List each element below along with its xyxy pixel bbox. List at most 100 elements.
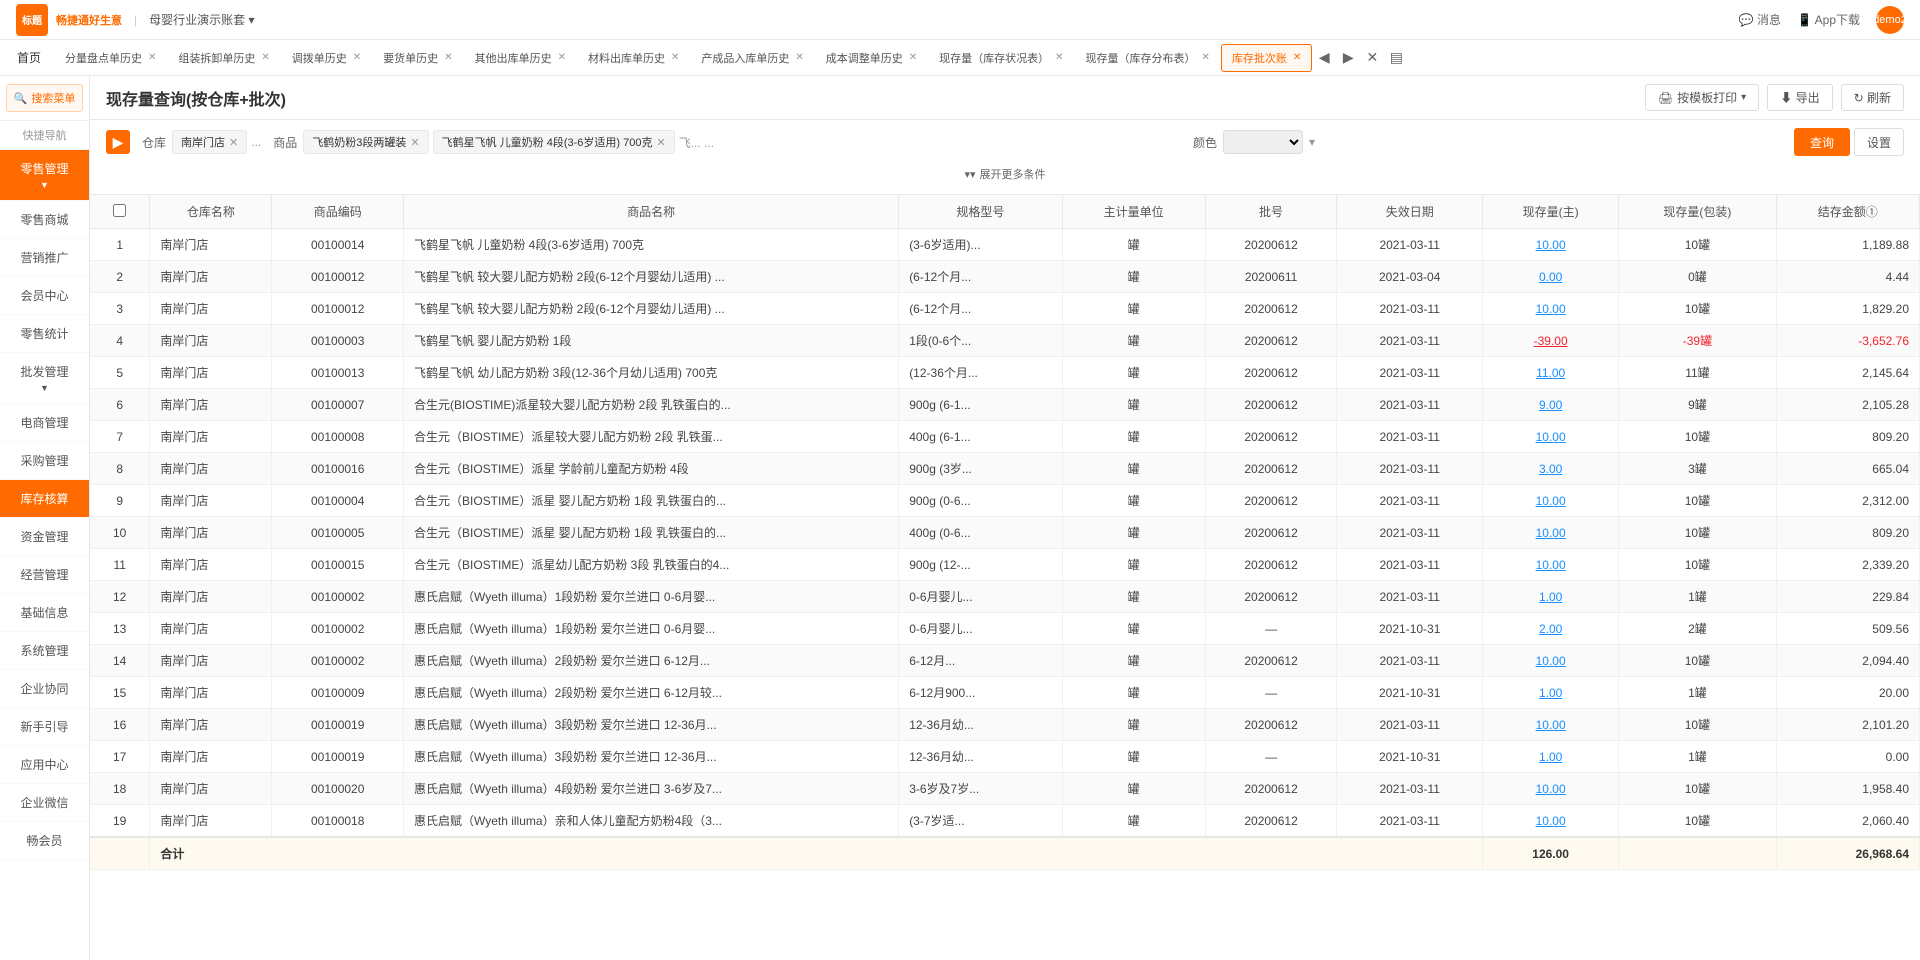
message-btn[interactable]: 💬 消息 bbox=[1739, 11, 1781, 28]
row-qty-pkg: 1罐 bbox=[1619, 741, 1776, 773]
product-tag-1[interactable]: 飞鹤奶粉3段两罐装 ✕ bbox=[303, 130, 428, 154]
tab-yaohuo[interactable]: 要货单历史✕ bbox=[372, 44, 463, 72]
sidebar-item-retail-mall[interactable]: 零售商城 bbox=[0, 201, 89, 239]
sidebar-item-base-info[interactable]: 基础信息 bbox=[0, 594, 89, 632]
row-qty-main[interactable]: 10.00 bbox=[1483, 517, 1619, 549]
app-download-btn[interactable]: 📱 App下载 bbox=[1797, 11, 1860, 28]
tab-inventory-dist[interactable]: 现存量（库存分布表）✕ bbox=[1075, 44, 1221, 72]
row-qty-main[interactable]: 10.00 bbox=[1483, 549, 1619, 581]
sidebar-quick-nav[interactable]: 快捷导航 bbox=[0, 121, 89, 150]
row-qty-pkg: 10罐 bbox=[1619, 709, 1776, 741]
row-qty-main[interactable]: 1.00 bbox=[1483, 581, 1619, 613]
row-qty-pkg: 10罐 bbox=[1619, 517, 1776, 549]
export-btn[interactable]: ⬇ 导出 bbox=[1767, 84, 1832, 111]
setting-btn[interactable]: 设置 bbox=[1854, 128, 1904, 156]
select-all-checkbox[interactable] bbox=[113, 204, 126, 217]
product-more[interactable]: 飞... ... bbox=[679, 134, 714, 151]
row-spec: (12-36个月... bbox=[899, 357, 1062, 389]
color-select[interactable] bbox=[1223, 130, 1303, 154]
row-batch: — bbox=[1205, 613, 1337, 645]
row-batch: — bbox=[1205, 677, 1337, 709]
row-qty-main[interactable]: 10.00 bbox=[1483, 485, 1619, 517]
tab-fenpan[interactable]: 分量盘点单历史✕ bbox=[54, 44, 167, 72]
sidebar-item-sys-mgmt[interactable]: 系统管理 bbox=[0, 632, 89, 670]
tab-prev-btn[interactable]: ◀ bbox=[1312, 46, 1336, 70]
row-qty-main[interactable]: 1.00 bbox=[1483, 677, 1619, 709]
tab-menu-btn[interactable]: ▤ bbox=[1384, 46, 1408, 70]
row-expiry: 2021-03-11 bbox=[1337, 293, 1483, 325]
product-tag-1-close[interactable]: ✕ bbox=[410, 136, 419, 149]
row-qty-main[interactable]: 10.00 bbox=[1483, 805, 1619, 838]
warehouse-tag-close[interactable]: ✕ bbox=[229, 136, 238, 149]
product-tag-2[interactable]: 飞鹤星飞帆 儿童奶粉 4段(3-6岁适用) 700克 ✕ bbox=[433, 130, 675, 154]
row-qty-main[interactable]: 11.00 bbox=[1483, 357, 1619, 389]
row-code: 00100002 bbox=[272, 581, 404, 613]
row-expiry: 2021-03-11 bbox=[1337, 325, 1483, 357]
row-expiry: 2021-03-11 bbox=[1337, 357, 1483, 389]
print-btn[interactable]: 🖨 按模板打印 ▾ bbox=[1645, 84, 1759, 111]
row-warehouse: 南岸门店 bbox=[150, 805, 272, 838]
row-no: 12 bbox=[90, 581, 150, 613]
row-qty-main[interactable]: 0.00 bbox=[1483, 261, 1619, 293]
query-btn[interactable]: 查询 bbox=[1794, 128, 1850, 156]
sidebar-item-enterprise[interactable]: 企业协同 bbox=[0, 670, 89, 708]
row-qty-main[interactable]: 10.00 bbox=[1483, 293, 1619, 325]
sidebar-item-new-guide[interactable]: 新手引导 bbox=[0, 708, 89, 746]
row-qty-main[interactable]: -39.00 bbox=[1483, 325, 1619, 357]
sidebar-item-marketing[interactable]: 营销推广 bbox=[0, 239, 89, 277]
tab-product-in[interactable]: 产成品入库单历史✕ bbox=[690, 44, 814, 72]
expand-filter-btn[interactable]: ▶ bbox=[106, 130, 130, 154]
tab-cost-adj[interactable]: 成本调整单历史✕ bbox=[815, 44, 928, 72]
sidebar-item-retail-stats[interactable]: 零售统计 bbox=[0, 315, 89, 353]
sidebar-item-operation[interactable]: 经营管理 bbox=[0, 556, 89, 594]
sidebar-item-retail-mgmt[interactable]: 零售管理 ▼ bbox=[0, 150, 89, 201]
sidebar-item-wholesale[interactable]: 批发管理 ▼ bbox=[0, 353, 89, 404]
sidebar-item-purchase[interactable]: 采购管理 bbox=[0, 442, 89, 480]
row-qty-main[interactable]: 10.00 bbox=[1483, 709, 1619, 741]
row-qty-main[interactable]: 10.00 bbox=[1483, 773, 1619, 805]
color-filter: 颜色 ▾ bbox=[1193, 130, 1315, 154]
row-qty-main[interactable]: 9.00 bbox=[1483, 389, 1619, 421]
row-unit: 罐 bbox=[1062, 325, 1205, 357]
avatar[interactable]: demo2 bbox=[1876, 6, 1904, 34]
sidebar-item-vip[interactable]: 畅会员 bbox=[0, 822, 89, 860]
row-unit: 罐 bbox=[1062, 581, 1205, 613]
tab-tiaopo[interactable]: 调拨单历史✕ bbox=[281, 44, 372, 72]
row-no: 4 bbox=[90, 325, 150, 357]
row-no: 10 bbox=[90, 517, 150, 549]
tab-cailiao-out[interactable]: 材料出库单历史✕ bbox=[577, 44, 690, 72]
row-qty-main[interactable]: 3.00 bbox=[1483, 453, 1619, 485]
row-unit: 罐 bbox=[1062, 709, 1205, 741]
tab-close-all-btn[interactable]: ✕ bbox=[1360, 46, 1384, 70]
tab-next-btn[interactable]: ▶ bbox=[1336, 46, 1360, 70]
refresh-btn[interactable]: ↻ 刷新 bbox=[1841, 84, 1904, 111]
sidebar-item-app-center[interactable]: 应用中心 bbox=[0, 746, 89, 784]
header-dropdown[interactable]: 母婴行业演示账套 ▾ bbox=[149, 11, 254, 28]
sidebar-item-finance[interactable]: 资金管理 bbox=[0, 518, 89, 556]
row-qty-main[interactable]: 2.00 bbox=[1483, 613, 1619, 645]
tab-other-out[interactable]: 其他出库单历史✕ bbox=[464, 44, 577, 72]
sidebar-item-member[interactable]: 会员中心 bbox=[0, 277, 89, 315]
tab-home[interactable]: 首页 bbox=[4, 44, 54, 72]
row-warehouse: 南岸门店 bbox=[150, 485, 272, 517]
row-qty-main[interactable]: 1.00 bbox=[1483, 741, 1619, 773]
tab-batch[interactable]: 库存批次账✕ bbox=[1221, 44, 1312, 72]
row-name: 惠氏启赋（Wyeth illuma）1段奶粉 爱尔兰进口 0-6月婴... bbox=[403, 581, 898, 613]
table-row: 9 南岸门店 00100004 合生元（BIOSTIME）派星 婴儿配方奶粉 1… bbox=[90, 485, 1920, 517]
row-qty-main[interactable]: 10.00 bbox=[1483, 229, 1619, 261]
product-tag-2-close[interactable]: ✕ bbox=[656, 136, 665, 149]
row-amount: 1,958.40 bbox=[1776, 773, 1919, 805]
tab-inventory-status[interactable]: 现存量（库存状况表）✕ bbox=[928, 44, 1074, 72]
row-qty-pkg: 10罐 bbox=[1619, 421, 1776, 453]
row-qty-main[interactable]: 10.00 bbox=[1483, 421, 1619, 453]
row-warehouse: 南岸门店 bbox=[150, 581, 272, 613]
warehouse-tag[interactable]: 南岸门店 ✕ bbox=[172, 130, 247, 154]
sidebar-item-corp-wechat[interactable]: 企业微信 bbox=[0, 784, 89, 822]
search-menu-btn[interactable]: 🔍 搜索菜单 bbox=[6, 84, 83, 112]
sidebar-item-ecommerce[interactable]: 电商管理 bbox=[0, 404, 89, 442]
sidebar-item-inventory[interactable]: 库存核算 bbox=[0, 480, 89, 518]
expand-more-btn[interactable]: ▾▾ 展开更多条件 bbox=[960, 162, 1049, 186]
tab-zuche[interactable]: 组装拆卸单历史✕ bbox=[167, 44, 280, 72]
warehouse-more[interactable]: ... bbox=[251, 135, 261, 149]
row-qty-main[interactable]: 10.00 bbox=[1483, 645, 1619, 677]
